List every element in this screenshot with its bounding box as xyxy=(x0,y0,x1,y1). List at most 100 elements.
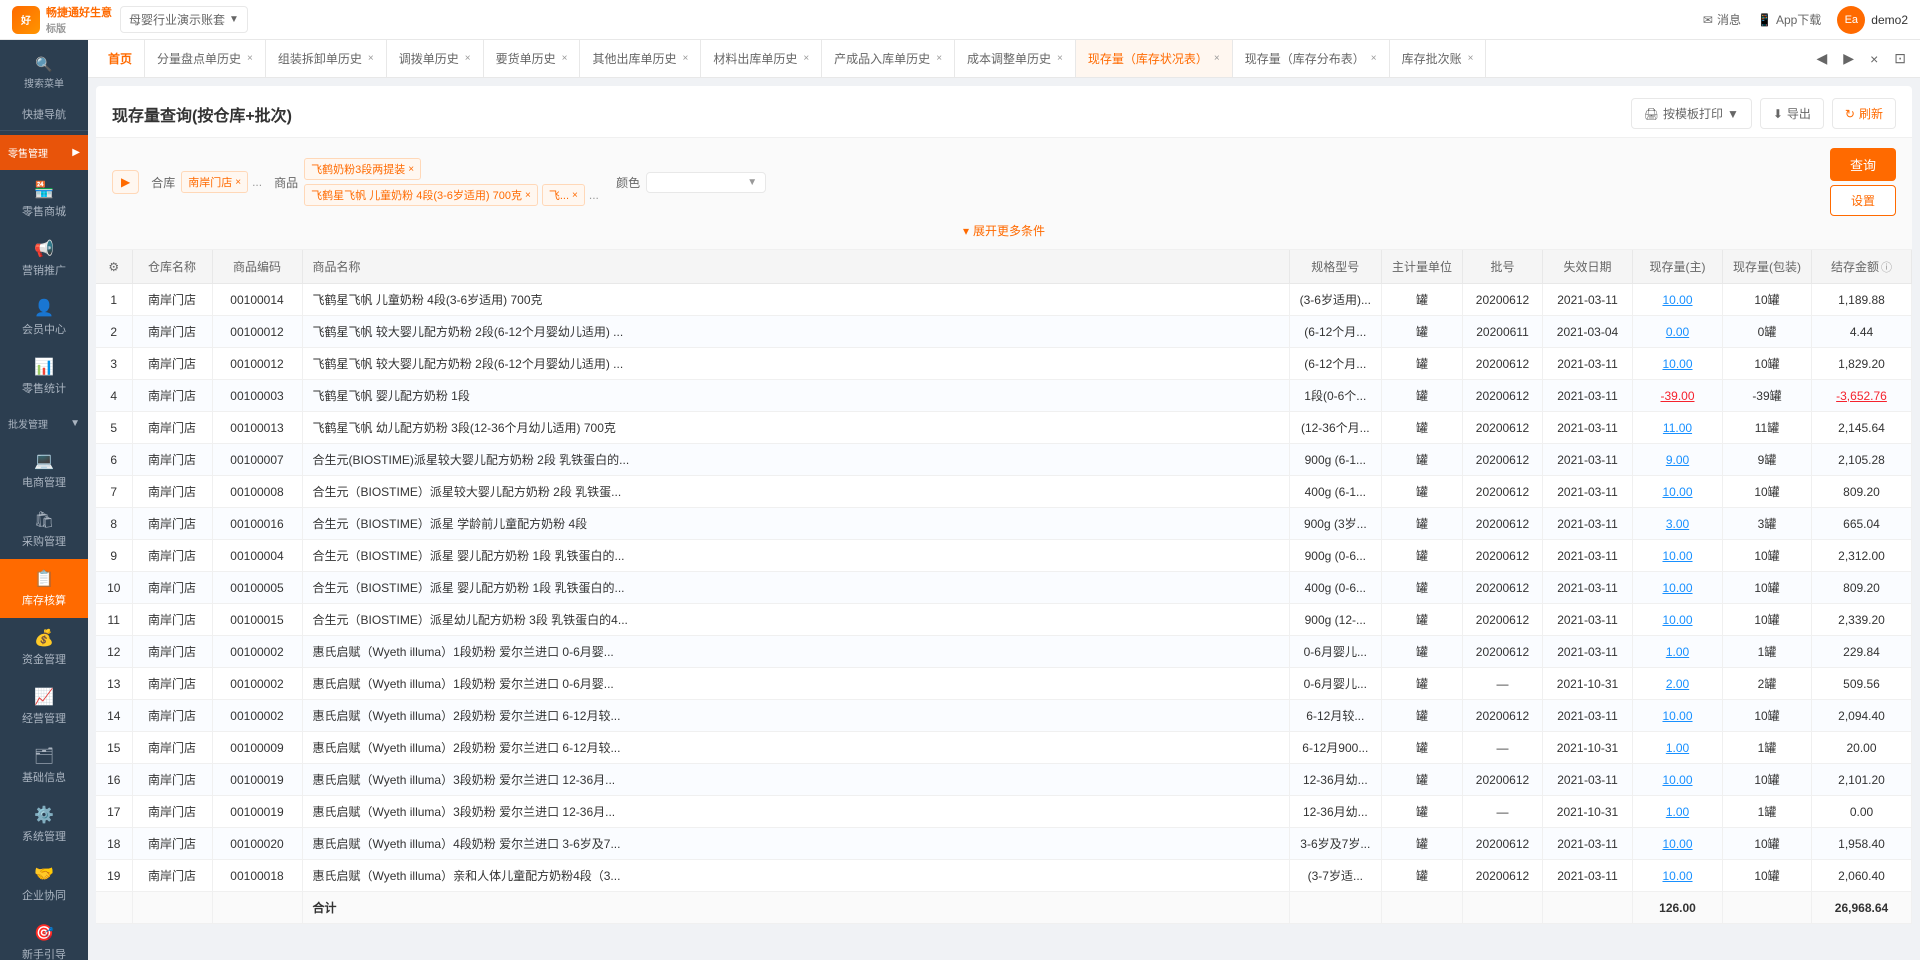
product-tag-1[interactable]: 飞鹤奶粉3段两提装 × xyxy=(304,158,421,180)
refresh-icon: ↻ xyxy=(1845,107,1855,121)
refresh-button[interactable]: ↻ 刷新 xyxy=(1832,98,1896,129)
filter-product-group: 商品 飞鹤奶粉3段两提装 × 飞鹤星飞帆 儿童奶粉 4段(3-6岁适用) 700… xyxy=(274,158,604,206)
tab-disassembly-history[interactable]: 组装拆卸单历史 × xyxy=(266,40,387,77)
table-row: 5 南岸门店 00100013 飞鹤星飞帆 幼儿配方奶粉 3段(12-36个月幼… xyxy=(96,412,1912,444)
tab-inventory-status[interactable]: 现存量（库存状况表） × xyxy=(1076,40,1233,77)
app-download-button[interactable]: 📱 App下载 xyxy=(1757,11,1821,28)
filter-color-group: 颜色 ▼ xyxy=(616,172,766,193)
avatar: Ea xyxy=(1837,6,1865,34)
sidebar-item-finance[interactable]: 💰 资金管理 xyxy=(0,618,88,677)
color-filter-input[interactable]: ▼ xyxy=(646,172,766,193)
chevron-down-icon: ▼ xyxy=(1727,107,1739,121)
search-menu-button[interactable]: 🔍 搜索菜单 xyxy=(20,48,68,98)
tag-close-icon[interactable]: × xyxy=(572,190,578,201)
table-row: 4 南岸门店 00100003 飞鹤星飞帆 婴儿配方奶粉 1段 1段(0-6个.… xyxy=(96,380,1912,412)
template-print-button[interactable]: 🖨 按模板打印 ▼ xyxy=(1631,98,1752,129)
user-menu[interactable]: Ea demo2 xyxy=(1837,6,1908,34)
footer-label: 合计 xyxy=(302,892,1289,924)
th-gear[interactable]: ⚙ xyxy=(96,250,132,284)
table-row: 18 南岸门店 00100020 惠氏启赋（Wyeth illuma）4段奶粉 … xyxy=(96,828,1912,860)
sidebar-item-new-guide[interactable]: 🎯 新手引导 xyxy=(0,913,88,960)
tab-prev-button[interactable]: ◀ xyxy=(1811,50,1834,67)
tab-close-icon[interactable]: × xyxy=(1468,53,1474,64)
export-button[interactable]: ⬇ 导出 xyxy=(1760,98,1824,129)
tab-transfer-history[interactable]: 调拨单历史 × xyxy=(387,40,484,77)
tab-close-icon[interactable]: × xyxy=(936,53,942,64)
system-icon: ⚙️ xyxy=(4,805,84,825)
th-expire: 失效日期 xyxy=(1543,250,1633,284)
marketing-icon: 📢 xyxy=(4,239,84,259)
tab-cost-adjust-history[interactable]: 成本调整单历史 × xyxy=(955,40,1076,77)
table-row: 3 南岸门店 00100012 飞鹤星飞帆 较大婴儿配方奶粉 2段(6-12个月… xyxy=(96,348,1912,380)
sidebar-item-marketing[interactable]: 📢 营销推广 xyxy=(0,229,88,288)
table-row: 17 南岸门店 00100019 惠氏启赋（Wyeth illuma）3段奶粉 … xyxy=(96,796,1912,828)
sidebar-item-retail-stats[interactable]: 📊 零售统计 xyxy=(0,347,88,406)
member-icon: 👤 xyxy=(4,298,84,318)
tab-close-icon[interactable]: × xyxy=(682,53,688,64)
sidebar-item-system[interactable]: ⚙️ 系统管理 xyxy=(0,795,88,854)
tab-batch-voucher[interactable]: 库存批次账 × xyxy=(1390,40,1487,77)
tab-material-out-history[interactable]: 材料出库单历史 × xyxy=(701,40,822,77)
logo-area: 好 畅捷通好生意 标版 xyxy=(12,4,112,35)
tab-split-history[interactable]: 分量盘点单历史 × xyxy=(145,40,266,77)
tag-close-icon[interactable]: × xyxy=(235,177,241,188)
tab-home[interactable]: 首页 xyxy=(96,40,145,77)
product-tag-2[interactable]: 飞鹤星飞帆 儿童奶粉 4段(3-6岁适用) 700克 × xyxy=(304,184,538,206)
page-header: 现存量查询(按仓库+批次) 🖨 按模板打印 ▼ ⬇ 导出 ↻ xyxy=(96,86,1912,138)
filter-expand-button[interactable]: ▶ xyxy=(112,170,139,194)
tab-close-icon[interactable]: × xyxy=(803,53,809,64)
industry-selector[interactable]: 母婴行业演示账套 ▼ xyxy=(120,6,248,33)
tab-close-icon[interactable]: × xyxy=(1371,53,1377,64)
product-tag-container: 飞鹤奶粉3段两提装 × 飞鹤星飞帆 儿童奶粉 4段(3-6岁适用) 700克 ×… xyxy=(304,158,604,206)
expand-more-button[interactable]: ▾ 展开更多条件 xyxy=(963,222,1045,239)
tab-close-icon[interactable]: × xyxy=(562,53,568,64)
tab-next-button[interactable]: ▶ xyxy=(1837,50,1860,67)
tag-close-icon[interactable]: × xyxy=(408,164,414,175)
table-row: 1 南岸门店 00100014 飞鹤星飞帆 儿童奶粉 4段(3-6岁适用) 70… xyxy=(96,284,1912,316)
quick-nav-button[interactable]: 快捷导航 xyxy=(0,98,88,131)
table-row: 14 南岸门店 00100002 惠氏启赋（Wyeth illuma）2段奶粉 … xyxy=(96,700,1912,732)
sidebar-item-retail[interactable]: 零售管理 ▶ xyxy=(0,135,88,170)
query-button[interactable]: 查询 xyxy=(1830,148,1896,181)
th-code: 商品编码 xyxy=(212,250,302,284)
sidebar-item-retail-store[interactable]: 🏪 零售商城 xyxy=(0,170,88,229)
warehouse-tag[interactable]: 南岸门店 × xyxy=(181,171,248,193)
tab-close-icon[interactable]: × xyxy=(465,53,471,64)
table-row: 6 南岸门店 00100007 合生元(BIOSTIME)派星较大婴儿配方奶粉 … xyxy=(96,444,1912,476)
download-icon: 📱 xyxy=(1757,13,1772,27)
tab-maximize-button[interactable]: ⊡ xyxy=(1888,50,1912,67)
sidebar-item-ecommerce[interactable]: 💻 电商管理 xyxy=(0,441,88,500)
tab-close-icon[interactable]: × xyxy=(368,53,374,64)
tag-close-icon[interactable]: × xyxy=(525,190,531,201)
product-filter-ellipsis[interactable]: ... xyxy=(589,188,599,202)
logo-icon: 好 xyxy=(12,6,40,34)
sidebar-item-enterprise[interactable]: 🤝 企业协同 xyxy=(0,854,88,913)
tab-close-icon[interactable]: × xyxy=(247,53,253,64)
table-row: 10 南岸门店 00100005 合生元（BIOSTIME）派星 婴儿配方奶粉 … xyxy=(96,572,1912,604)
tab-close-icon[interactable]: × xyxy=(1214,53,1220,64)
settings-button[interactable]: 设置 xyxy=(1830,185,1896,216)
page-title: 现存量查询(按仓库+批次) xyxy=(112,102,292,126)
sidebar-item-purchase[interactable]: 🛍 采购管理 xyxy=(0,500,88,559)
sidebar-item-wholesale[interactable]: 批发管理 ▼ xyxy=(0,406,88,441)
export-icon: ⬇ xyxy=(1773,107,1783,121)
sidebar-item-basic[interactable]: 🗂 基础信息 xyxy=(0,736,88,795)
page-actions: 🖨 按模板打印 ▼ ⬇ 导出 ↻ 刷新 xyxy=(1631,98,1896,129)
table-row: 16 南岸门店 00100019 惠氏启赋（Wyeth illuma）3段奶粉 … xyxy=(96,764,1912,796)
message-icon: ✉ xyxy=(1703,13,1713,27)
tab-product-in-history[interactable]: 产成品入库单历史 × xyxy=(822,40,955,77)
tab-inventory-dist[interactable]: 现存量（库存分布表） × xyxy=(1233,40,1390,77)
product-tag-3[interactable]: 飞... × xyxy=(542,184,585,206)
filter-ellipsis[interactable]: ... xyxy=(252,175,262,189)
tab-close-all-button[interactable]: × xyxy=(1864,51,1884,67)
sidebar-item-member[interactable]: 👤 会员中心 xyxy=(0,288,88,347)
messages-button[interactable]: ✉ 消息 xyxy=(1703,11,1741,28)
info-icon[interactable]: ⓘ xyxy=(1881,259,1892,275)
store-icon: 🏪 xyxy=(4,180,84,200)
sidebar-item-ops[interactable]: 📈 经营管理 xyxy=(0,677,88,736)
tab-request-history[interactable]: 要货单历史 × xyxy=(484,40,581,77)
tab-other-out-history[interactable]: 其他出库单历史 × xyxy=(580,40,701,77)
sidebar-item-inventory[interactable]: 📋 库存核算 xyxy=(0,559,88,618)
warehouse-tag-container: 南岸门店 × ... xyxy=(181,171,262,193)
tab-close-icon[interactable]: × xyxy=(1057,53,1063,64)
